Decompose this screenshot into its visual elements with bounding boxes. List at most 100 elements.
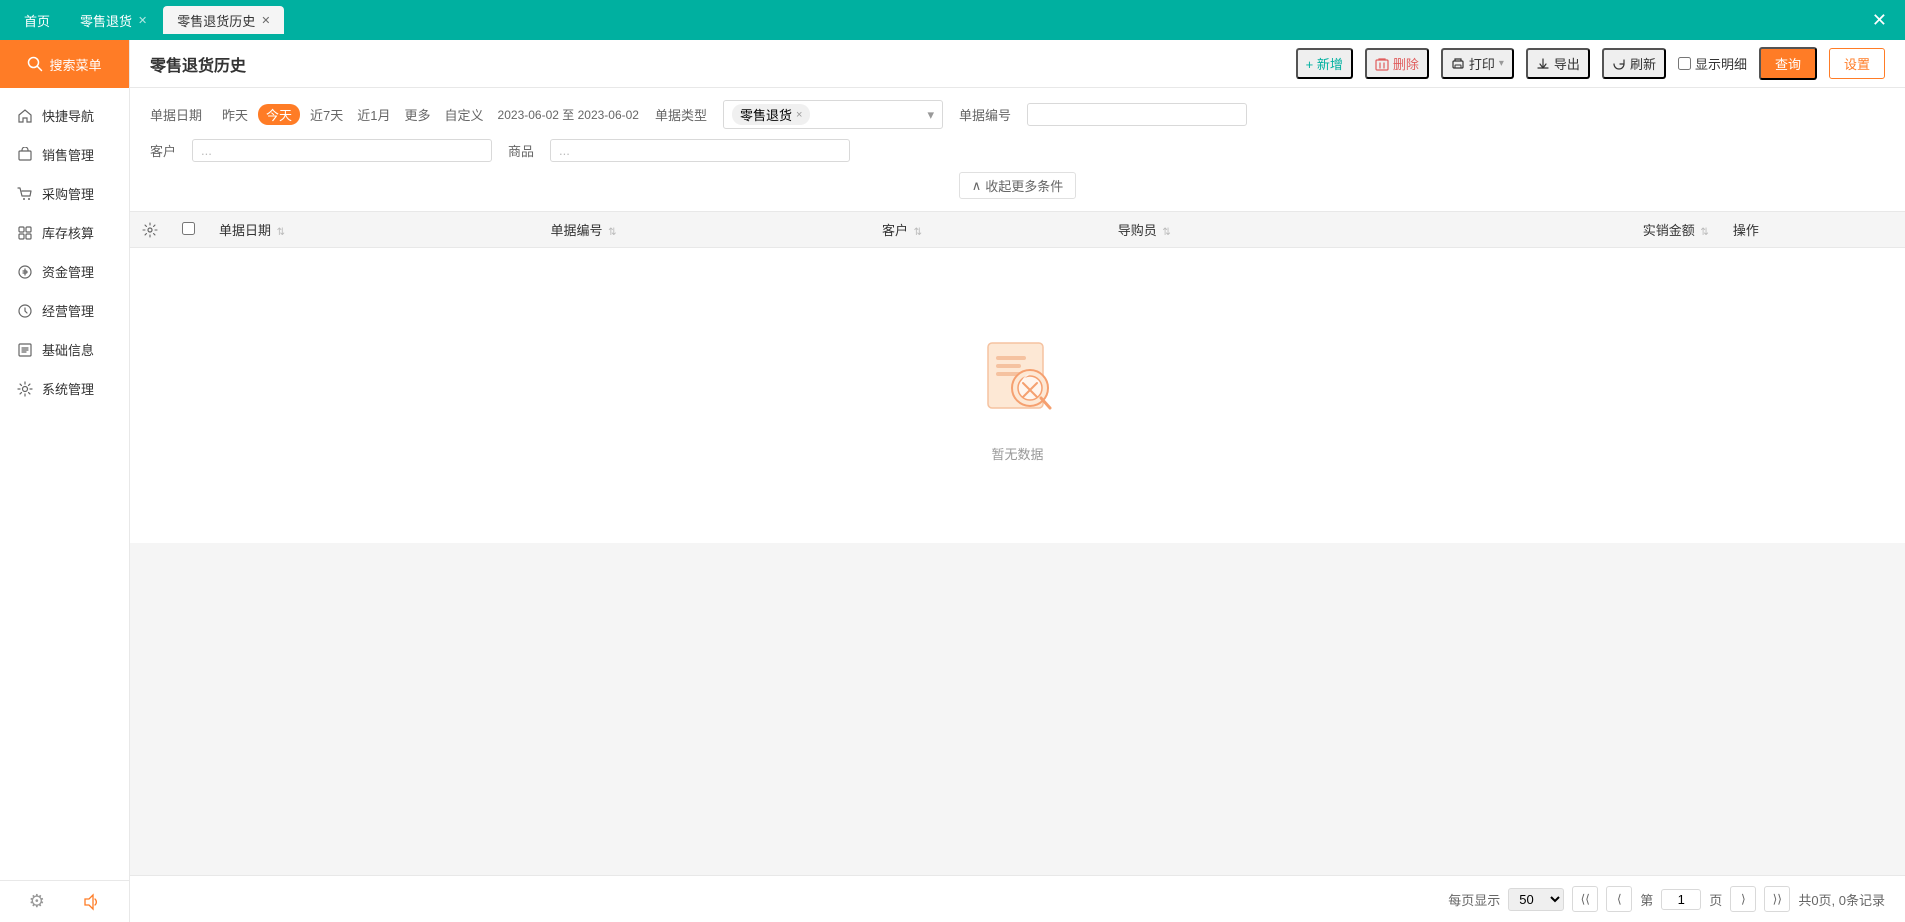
table-body: 暂无数据 [130,248,1905,544]
date-custom[interactable]: 自定义 [441,104,488,125]
system-icon [16,380,34,398]
select-all-checkbox[interactable] [182,222,195,235]
empty-text: 暂无数据 [991,444,1043,463]
doc-number-input[interactable] [1027,103,1247,126]
th-amount-label: 实销金额 [1643,223,1695,238]
date-today[interactable]: 今天 [258,104,300,125]
new-button[interactable]: + 新增 [1296,48,1353,79]
settings-footer-btn[interactable]: ⚙ [29,891,45,912]
tab-retail-return-history-close[interactable]: ✕ [261,14,270,27]
export-icon [1536,57,1550,71]
last-page-btn[interactable]: ⟩⟩ [1764,886,1790,912]
th-doc-date[interactable]: 单据日期 ⇅ [207,212,538,248]
date-last7[interactable]: 近7天 [306,104,347,125]
sidebar-item-basic-info[interactable]: 基础信息 [0,330,129,369]
finance-icon [16,263,34,281]
th-customer[interactable]: 客户 ⇅ [870,212,1106,248]
th-customer-label: 客户 [882,223,908,238]
sidebar-item-quick-nav[interactable]: 快捷导航 [0,96,129,135]
tab-home[interactable]: 首页 [10,6,64,34]
th-doc-number[interactable]: 单据编号 ⇅ [538,212,869,248]
sidebar-item-system-mgmt[interactable]: 系统管理 [0,369,129,408]
sidebar: 搜索菜单 快捷导航 销售管理 [0,40,130,922]
sidebar-footer: ⚙ [0,880,129,922]
first-page-btn[interactable]: ⟨⟨ [1572,886,1598,912]
basic-info-icon [16,341,34,359]
sort-doc-number-icon[interactable]: ⇅ [608,227,616,238]
sidebar-item-finance[interactable]: 资金管理 [0,252,129,291]
sort-amount-icon[interactable]: ⇅ [1700,227,1708,238]
page-label: 第 [1640,890,1653,909]
th-checkbox[interactable] [170,212,207,248]
sidebar-item-inventory[interactable]: 库存核算 [0,213,129,252]
next-page-btn[interactable]: ⟩ [1730,886,1756,912]
sort-doc-date-icon[interactable]: ⇅ [277,227,285,238]
collapse-icon: ∧ [972,178,982,194]
pagination-bar: 每页显示 10 20 50 100 ⟨⟨ ⟨ 第 页 ⟩ ⟩⟩ 共0页, 0条记… [130,875,1905,922]
doc-type-tag-value: 零售退货 [740,105,792,124]
goods-placeholder: ... [559,143,570,158]
th-amount[interactable]: 实销金额 ⇅ [1389,212,1720,248]
date-filter-label: 单据日期 [150,105,202,124]
sidebar-search[interactable]: 搜索菜单 [0,40,129,88]
tab-retail-return-label: 零售退货 [80,11,132,30]
tab-bar-close-all[interactable]: ✕ [1864,10,1895,31]
doc-type-tag-close[interactable]: × [796,109,802,121]
tab-retail-return-history[interactable]: 零售退货历史 ✕ [163,6,284,34]
sidebar-item-operation-label: 经营管理 [42,301,94,320]
total-info: 共0页, 0条记录 [1798,890,1885,909]
delete-icon [1375,57,1389,71]
gear-settings-icon[interactable] [142,222,158,238]
th-actions: 操作 [1721,212,1905,248]
per-page-select[interactable]: 10 20 50 100 [1508,888,1564,911]
refresh-icon [1612,57,1626,71]
sort-customer-icon[interactable]: ⇅ [914,227,922,238]
doc-type-select[interactable]: 零售退货 × ▾ [723,100,943,129]
sidebar-item-purchase-mgmt[interactable]: 采购管理 [0,174,129,213]
inventory-icon [16,224,34,242]
filter-row-1: 单据日期 昨天 今天 近7天 近1月 更多 自定义 2023-06-02 至 2… [150,100,1885,129]
tab-home-label: 首页 [24,11,50,30]
sort-guide-icon[interactable]: ⇅ [1162,227,1170,238]
date-yesterday[interactable]: 昨天 [218,104,252,125]
page-input[interactable] [1661,889,1701,910]
refresh-button[interactable]: 刷新 [1602,48,1666,79]
date-more[interactable]: 更多 [401,104,435,125]
print-button[interactable]: 打印 ▾ [1441,48,1514,79]
purchase-icon [16,185,34,203]
th-guide[interactable]: 导购员 ⇅ [1106,212,1390,248]
home-icon [16,107,34,125]
sidebar-item-operation[interactable]: 经营管理 [0,291,129,330]
delete-button[interactable]: 删除 [1365,48,1429,79]
prev-page-btn[interactable]: ⟨ [1606,886,1632,912]
tab-retail-return-close[interactable]: ✕ [138,14,147,27]
export-label: 导出 [1554,54,1580,73]
empty-state: 暂无数据 [130,248,1905,543]
sidebar-item-sales-mgmt[interactable]: 销售管理 [0,135,129,174]
table-container: 单据日期 ⇅ 单据编号 ⇅ 客户 ⇅ 导购员 ⇅ [130,212,1905,875]
empty-illustration [968,328,1068,428]
tab-bar: 首页 零售退货 ✕ 零售退货历史 ✕ ✕ [0,0,1905,40]
th-guide-label: 导购员 [1118,223,1157,238]
search-icon [27,56,43,72]
tab-retail-return[interactable]: 零售退货 ✕ [66,6,161,34]
show-detail-checkbox[interactable] [1678,57,1691,70]
collapse-label: 收起更多条件 [985,176,1063,195]
date-range-display: 2023-06-02 至 2023-06-02 [498,106,639,123]
print-dropdown-icon[interactable]: ▾ [1499,58,1504,69]
query-button[interactable]: 查询 [1759,47,1817,80]
export-button[interactable]: 导出 [1526,48,1590,79]
sidebar-item-quick-nav-label: 快捷导航 [42,106,94,125]
show-detail-checkbox-label[interactable]: 显示明细 [1678,54,1747,73]
customer-placeholder: ... [201,143,212,158]
th-settings[interactable] [130,212,170,248]
setup-button[interactable]: 设置 [1829,48,1885,79]
per-page-label: 每页显示 [1448,890,1500,909]
volume-footer-btn[interactable] [82,891,100,912]
goods-select[interactable]: ... [550,139,850,162]
collapse-filter-btn[interactable]: ∧ 收起更多条件 [959,172,1077,199]
doc-type-label: 单据类型 [655,105,707,124]
customer-select[interactable]: ... [192,139,492,162]
date-last1month[interactable]: 近1月 [353,104,394,125]
doc-type-arrow-icon: ▾ [927,107,934,123]
